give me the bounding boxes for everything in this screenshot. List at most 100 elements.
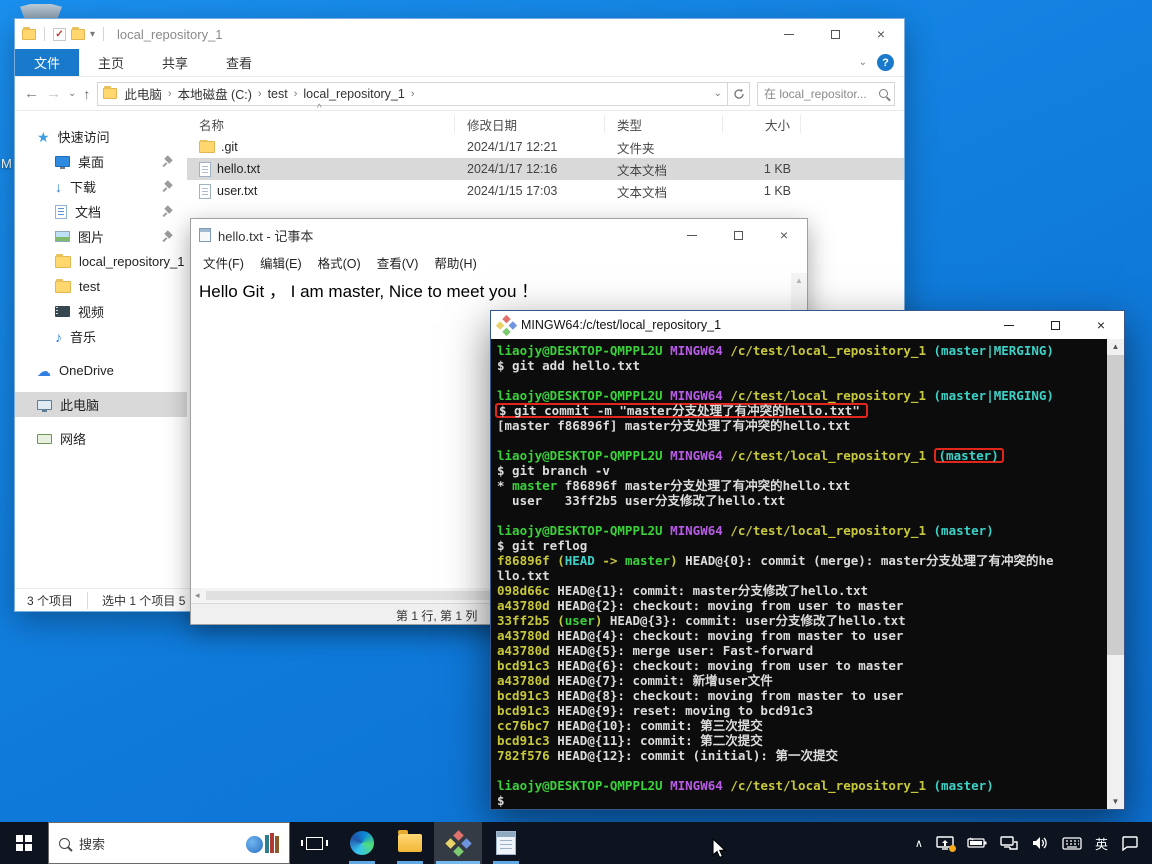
sidebar-item[interactable]: test xyxy=(15,274,187,299)
notepad-icon xyxy=(496,831,516,855)
terminal-output[interactable]: liaojy@DESKTOP-QMPPL2U MINGW64 /c/test/l… xyxy=(491,339,1107,809)
ribbon-tab[interactable]: 主页 xyxy=(79,49,143,76)
terminal-line: $ xyxy=(497,793,1107,808)
task-view-button[interactable] xyxy=(290,822,338,864)
terminal-line: bcd91c3 HEAD@{8}: checkout: moving from … xyxy=(497,688,1107,703)
battery-icon[interactable] xyxy=(967,837,987,849)
sidebar-item[interactable]: 桌面 xyxy=(15,149,187,174)
ribbon-tab[interactable]: 共享 xyxy=(143,49,207,76)
menu-item[interactable]: 文件(F) xyxy=(195,253,252,272)
terminal-text: $ git reflog xyxy=(497,538,588,553)
address-dropdown-chevron-icon[interactable]: ⌄ xyxy=(714,88,722,99)
sidebar-item[interactable]: ♪ 音乐 xyxy=(15,324,187,349)
close-button[interactable]: × xyxy=(858,19,904,49)
customize-qat-chevron-icon[interactable]: ▾ xyxy=(90,29,95,40)
minimize-button[interactable] xyxy=(766,19,812,49)
terminal-text: [master f86896f] master分支处理了有冲突的hello.tx… xyxy=(497,418,851,433)
edge-button[interactable] xyxy=(338,822,386,864)
sidebar-item[interactable]: ★ 快速访问 xyxy=(15,124,187,149)
breadcrumb-item[interactable]: local_repository_1 xyxy=(298,87,409,101)
sidebar-item[interactable]: 图片 xyxy=(15,224,187,249)
breadcrumb-item[interactable]: 本地磁盘 (C:) xyxy=(173,84,257,103)
terminal-line: [master f86896f] master分支处理了有冲突的hello.tx… xyxy=(497,418,1107,433)
network-icon[interactable] xyxy=(1000,836,1018,850)
desktop-icon-label[interactable]: M xyxy=(1,156,12,171)
action-center-icon[interactable] xyxy=(1121,835,1138,851)
terminal-text: HEAD@{3}: commit: user分支修改了hello.txt xyxy=(609,613,906,628)
sidebar-item[interactable]: 视频 xyxy=(15,299,187,324)
sidebar-item[interactable]: ☁ OneDrive xyxy=(15,358,187,383)
vertical-scrollbar[interactable]: ▲ ▼ xyxy=(1107,339,1124,809)
wireless-display-icon[interactable] xyxy=(936,836,956,852)
column-header[interactable]: 名称 ^ xyxy=(187,103,455,133)
minimize-button[interactable] xyxy=(669,219,715,251)
file-row[interactable]: .git 2024/1/17 12:21 文件夹 xyxy=(187,136,904,158)
menu-item[interactable]: 帮助(H) xyxy=(426,253,484,272)
column-header[interactable]: 类型 xyxy=(605,115,723,133)
touch-keyboard-icon[interactable] xyxy=(1062,836,1082,850)
scroll-up-icon[interactable]: ▲ xyxy=(1107,342,1124,351)
sidebar: ★ 快速访问 桌面 ↓ 下载 文档 图片 local_repository_1test 视频 ♪ 音… xyxy=(15,112,187,588)
textfile-icon xyxy=(199,161,211,177)
notification-dot xyxy=(948,845,956,852)
menu-item[interactable]: 查看(V) xyxy=(369,253,427,272)
git-bash-button[interactable] xyxy=(434,822,482,864)
up-icon[interactable]: ↑ xyxy=(83,86,90,102)
close-button[interactable]: × xyxy=(761,219,807,251)
maximize-button[interactable] xyxy=(715,219,761,251)
menu-item[interactable]: 格式(O) xyxy=(310,253,369,272)
help-icon[interactable]: ? xyxy=(877,54,894,71)
sidebar-item[interactable]: 此电脑 xyxy=(15,392,187,417)
terminal-text: 782f576 xyxy=(497,748,558,763)
tray-overflow-chevron-icon[interactable]: ∧ xyxy=(915,837,923,850)
forward-icon[interactable]: → xyxy=(46,85,61,102)
breadcrumb-item[interactable]: test xyxy=(263,87,293,101)
breadcrumb-item[interactable]: 此电脑 xyxy=(119,84,167,103)
maximize-button[interactable] xyxy=(1032,311,1078,339)
file-row[interactable]: hello.txt 2024/1/17 12:16 文本文档 1 KB xyxy=(187,158,904,180)
input-language-indicator[interactable]: 英 xyxy=(1095,834,1108,853)
terminal-text: HEAD@{8}: checkout: moving from master t… xyxy=(557,688,904,703)
terminal-line: * master f86896f master分支处理了有冲突的hello.tx… xyxy=(497,478,1107,493)
search-input[interactable]: 在 local_repositor... xyxy=(757,81,895,106)
scroll-down-icon[interactable]: ▼ xyxy=(1107,797,1124,806)
ribbon-tab[interactable]: 文件 xyxy=(15,49,80,76)
network-icon xyxy=(37,433,52,444)
close-button[interactable]: × xyxy=(1078,311,1124,339)
sidebar-item[interactable]: ↓ 下载 xyxy=(15,174,187,199)
sidebar-item[interactable]: 网络 xyxy=(15,426,187,451)
taskbar-search-input[interactable]: 搜索 xyxy=(48,822,290,864)
search-icon xyxy=(59,837,70,849)
file-row[interactable]: user.txt 2024/1/15 17:03 文本文档 1 KB xyxy=(187,180,904,202)
notepad-button[interactable] xyxy=(482,822,530,864)
recycle-bin-icon[interactable] xyxy=(20,4,62,18)
properties-icon[interactable]: ✓ xyxy=(53,27,66,41)
file-explorer-button[interactable] xyxy=(386,822,434,864)
terminal-text: $ xyxy=(497,793,505,808)
menu-item[interactable]: 编辑(E) xyxy=(252,253,310,272)
minimize-button[interactable] xyxy=(986,311,1032,339)
recent-locations-chevron-icon[interactable]: ⌄ xyxy=(68,88,76,99)
file-name-cell: user.txt xyxy=(187,183,455,199)
volume-icon[interactable] xyxy=(1031,836,1049,850)
refresh-icon[interactable] xyxy=(728,81,750,106)
sidebar-item[interactable]: 文档 xyxy=(15,199,187,224)
terminal-text: $ git add hello.txt xyxy=(497,358,640,373)
column-header[interactable]: 修改日期 xyxy=(455,115,605,133)
scroll-up-icon[interactable]: ▲ xyxy=(795,276,803,285)
maximize-button[interactable] xyxy=(812,19,858,49)
sidebar-item-label: test xyxy=(79,279,100,294)
scrollbar-thumb[interactable] xyxy=(1107,355,1124,655)
column-header[interactable]: 大小 xyxy=(723,115,801,133)
scroll-left-icon[interactable]: ◂ xyxy=(195,590,200,601)
breadcrumb[interactable]: 此电脑 › 本地磁盘 (C:) › test › local_repository_1 › ⌄ xyxy=(97,81,728,106)
star-icon: ★ xyxy=(37,128,50,145)
terminal-text: MINGW64 xyxy=(670,523,731,538)
new-folder-icon[interactable] xyxy=(71,26,85,40)
back-icon[interactable]: ← xyxy=(24,85,39,102)
download-icon: ↓ xyxy=(55,178,62,195)
ribbon-tab[interactable]: 查看 xyxy=(207,49,271,76)
expand-ribbon-chevron-icon[interactable]: ⌄ xyxy=(859,57,867,68)
start-button[interactable] xyxy=(0,822,48,864)
sidebar-item[interactable]: local_repository_1 xyxy=(15,249,187,274)
